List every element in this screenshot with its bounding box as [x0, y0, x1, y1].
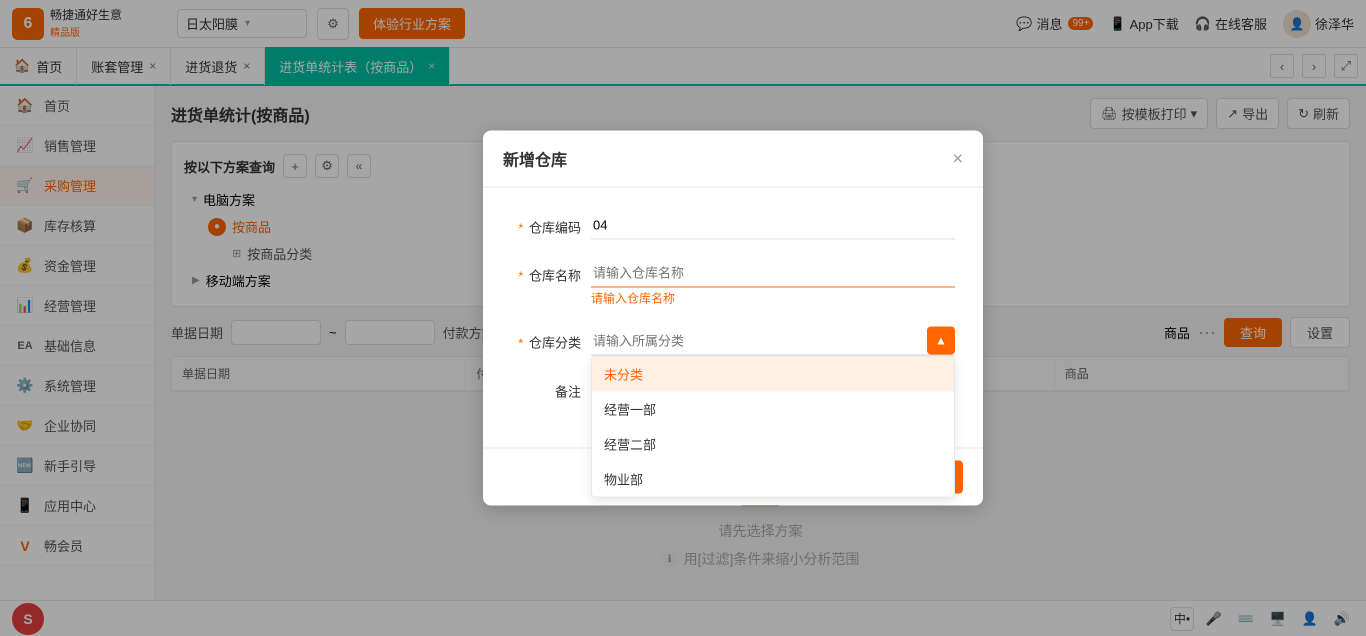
category-dropdown-list: 未分类 经营一部 经营二部 物业部: [591, 356, 955, 498]
dropdown-option-0[interactable]: 未分类: [592, 357, 954, 392]
dropdown-option-3[interactable]: 物业部: [592, 462, 954, 497]
code-input[interactable]: [591, 212, 955, 240]
name-error-message: 请输入仓库名称: [591, 290, 955, 307]
category-input[interactable]: [591, 327, 927, 354]
category-input-wrapper: ▲: [591, 327, 955, 356]
form-row-code: * 仓库编码: [511, 212, 955, 240]
dialog-wrapper: 新增仓库 × * 仓库编码 * 仓库名称: [483, 131, 983, 506]
dialog-close-icon[interactable]: ×: [952, 148, 963, 169]
dialog-title: 新增仓库: [503, 147, 567, 171]
add-warehouse-dialog: 新增仓库 × * 仓库编码 * 仓库名称: [483, 131, 983, 506]
category-label: * 仓库分类: [511, 327, 591, 352]
category-dropdown-toggle[interactable]: ▲: [927, 327, 955, 355]
dropdown-option-1[interactable]: 经营一部: [592, 392, 954, 427]
code-label: * 仓库编码: [511, 212, 591, 237]
dialog-header: 新增仓库 ×: [483, 131, 983, 188]
dialog-body: * 仓库编码 * 仓库名称 请输入仓库名称: [483, 188, 983, 448]
name-label: * 仓库名称: [511, 260, 591, 285]
name-input[interactable]: [591, 260, 955, 288]
form-row-name: * 仓库名称 请输入仓库名称: [511, 260, 955, 307]
name-field: 请输入仓库名称: [591, 260, 955, 307]
code-field: [591, 212, 955, 240]
note-label: 备注: [511, 376, 591, 401]
dropdown-option-2[interactable]: 经营二部: [592, 427, 954, 462]
category-field: ▲ 未分类 经营一部 经营二部 物业部: [591, 327, 955, 356]
form-row-category: * 仓库分类 ▲ 未分类 经营一部: [511, 327, 955, 356]
